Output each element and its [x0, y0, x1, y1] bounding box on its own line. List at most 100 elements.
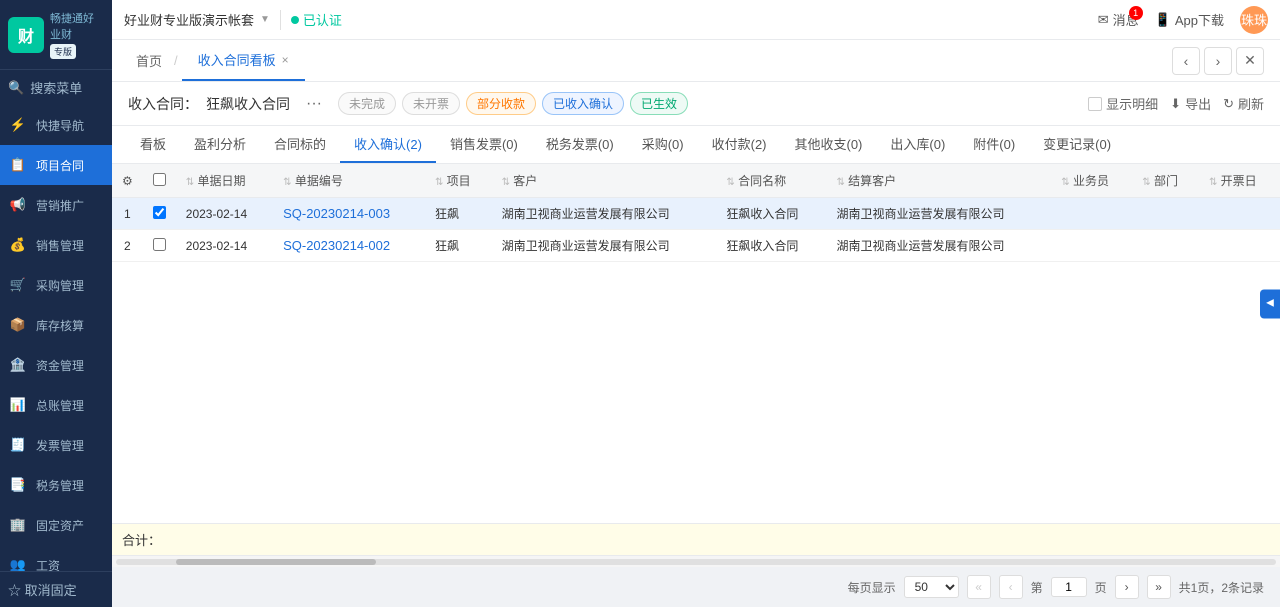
sort-number-icon[interactable]: ⇅ [283, 177, 291, 188]
sidebar-item-project[interactable]: 📋 项目合同 [0, 145, 112, 185]
sub-tab-sales-invoice[interactable]: 销售发票(0) [436, 126, 532, 163]
tab-next-button[interactable]: › [1204, 47, 1232, 75]
sub-tab-standard[interactable]: 合同标的 [260, 126, 340, 163]
sort-customer-icon[interactable]: ⇅ [502, 177, 510, 188]
sidebar-item-purchase[interactable]: 🛒 采购管理 [0, 265, 112, 305]
table-body: 1 2023-02-14 SQ-20230214-003 狂飙 湖南卫视商业运营… [112, 198, 1280, 262]
sub-tab-income-confirm[interactable]: 收入确认(2) [340, 126, 436, 163]
breadcrumb-home[interactable]: 首页 [128, 41, 170, 80]
app-download-label: App下载 [1175, 10, 1224, 29]
verified-dot [291, 16, 299, 24]
search-icon: 🔍 [8, 80, 24, 96]
scrollbar-track[interactable] [116, 559, 1276, 565]
sidebar-item-general[interactable]: 📊 总账管理 [0, 385, 112, 425]
messages-badge: 1 [1129, 6, 1143, 20]
footer-label: 合计： [122, 530, 161, 549]
per-page-select[interactable]: 50 20 100 [904, 576, 959, 598]
row-contract-1: 狂飙收入合同 [716, 198, 826, 230]
prev-page-button[interactable]: ‹ [999, 575, 1023, 599]
app-download-button[interactable]: 📱 App下载 [1155, 10, 1224, 29]
sidebar-item-assets[interactable]: 🏢 固定资产 [0, 505, 112, 545]
user-avatar[interactable]: 珠珠 [1240, 6, 1268, 34]
app-name: 畅捷通好业财 [50, 10, 104, 42]
row-cb-2[interactable] [143, 230, 176, 262]
sub-tab-change-log[interactable]: 变更记录(0) [1029, 126, 1125, 163]
th-settings[interactable]: ⚙ [112, 164, 143, 198]
sidebar-item-invoice[interactable]: 🧾 发票管理 [0, 425, 112, 465]
row-2-checkbox[interactable] [153, 238, 166, 251]
inventory-icon: 📦 [8, 315, 28, 335]
download-icon: 📱 [1155, 12, 1171, 28]
page-number-input[interactable]: 1 [1051, 577, 1087, 597]
contract-title-name: 狂飙收入合同 [206, 94, 290, 114]
table-row[interactable]: 1 2023-02-14 SQ-20230214-003 狂飙 湖南卫视商业运营… [112, 198, 1280, 230]
tab-prev-button[interactable]: ‹ [1172, 47, 1200, 75]
sub-tab-other-income[interactable]: 其他收支(0) [781, 126, 877, 163]
sort-contract-icon[interactable]: ⇅ [726, 177, 734, 188]
main-area: 好业财专业版演示帐套 ▼ 已认证 ✉ 消息 1 📱 App下载 珠珠 [112, 0, 1280, 607]
page-word: 第 [1031, 579, 1043, 596]
last-page-button[interactable]: » [1147, 575, 1171, 599]
sort-dept-icon[interactable]: ⇅ [1142, 177, 1150, 188]
row-customer-2: 湖南卫视商业运营发展有限公司 [492, 230, 717, 262]
sort-date-icon[interactable]: ⇅ [186, 177, 194, 188]
row-number-link-2[interactable]: SQ-20230214-002 [283, 238, 390, 253]
row-number-1[interactable]: SQ-20230214-003 [273, 198, 425, 230]
sidebar-item-inventory[interactable]: 📦 库存核算 [0, 305, 112, 345]
tab-close-button[interactable]: × [282, 53, 289, 67]
search-menu-item[interactable]: 🔍 搜索菜单 [0, 70, 112, 105]
row-cb-1[interactable] [143, 198, 176, 230]
table-row[interactable]: 2 2023-02-14 SQ-20230214-002 狂飙 湖南卫视商业运营… [112, 230, 1280, 262]
content-area: 首页 / 收入合同看板 × ‹ › ✕ 收入合同： 狂飙收入合同 ··· 未完成… [112, 40, 1280, 607]
horizontal-scrollbar[interactable] [112, 555, 1280, 567]
sort-salesperson-icon[interactable]: ⇅ [1061, 177, 1069, 188]
th-customer: ⇅ 客户 [492, 164, 717, 198]
show-detail-checkbox[interactable] [1088, 97, 1102, 111]
export-button[interactable]: ⬇ 导出 [1170, 94, 1211, 113]
sidebar-item-quick-nav[interactable]: ⚡ 快捷导航 [0, 105, 112, 145]
tab-income-contract[interactable]: 收入合同看板 × [182, 40, 305, 81]
contract-more-button[interactable]: ··· [298, 93, 330, 115]
refresh-button[interactable]: ↻ 刷新 [1223, 94, 1264, 113]
sales-icon: 💰 [8, 235, 28, 255]
project-icon: 📋 [8, 155, 28, 175]
right-expand-panel[interactable]: ◀ [1260, 289, 1280, 318]
table-area: ⚙ ⇅ 单据日期 ⇅ 单据编号 ⇅ 项目 ⇅ 客户 ⇅ 合同名称 ⇅ 结算客户 … [112, 164, 1280, 567]
sub-tab-board[interactable]: 看板 [126, 126, 180, 163]
next-page-button[interactable]: › [1115, 575, 1139, 599]
sub-tab-out-in[interactable]: 出入库(0) [876, 126, 959, 163]
sidebar-item-capital[interactable]: 🏦 资金管理 [0, 345, 112, 385]
row-number-2[interactable]: SQ-20230214-002 [273, 230, 425, 262]
sub-tab-attachment[interactable]: 附件(0) [959, 126, 1029, 163]
tab-close-all-button[interactable]: ✕ [1236, 47, 1264, 75]
select-all-checkbox[interactable] [153, 173, 166, 186]
row-number-link-1[interactable]: SQ-20230214-003 [283, 206, 390, 221]
show-detail-toggle[interactable]: 显示明细 [1088, 94, 1158, 113]
assets-icon: 🏢 [8, 515, 28, 535]
company-dropdown-icon: ▼ [260, 14, 270, 25]
sub-tab-profit[interactable]: 盈利分析 [180, 126, 260, 163]
messages-button[interactable]: ✉ 消息 1 [1098, 10, 1139, 29]
sort-project-icon[interactable]: ⇅ [435, 177, 443, 188]
row-project-1: 狂飙 [425, 198, 492, 230]
sub-tab-tax-invoice[interactable]: 税务发票(0) [532, 126, 628, 163]
scrollbar-thumb[interactable] [176, 559, 376, 565]
topbar-divider [280, 10, 281, 30]
sidebar-item-marketing[interactable]: 📢 营销推广 [0, 185, 112, 225]
tab-income-contract-label: 收入合同看板 [198, 50, 276, 69]
first-page-button[interactable]: « [967, 575, 991, 599]
sub-tab-payment[interactable]: 收付款(2) [698, 126, 781, 163]
sort-invoice-date-icon[interactable]: ⇅ [1209, 177, 1217, 188]
sidebar-item-sales[interactable]: 💰 销售管理 [0, 225, 112, 265]
th-checkbox[interactable] [143, 164, 176, 198]
company-selector[interactable]: 好业财专业版演示帐套 ▼ [124, 10, 270, 29]
sort-settled-icon[interactable]: ⇅ [836, 177, 844, 188]
sidebar-item-hr[interactable]: 👥 工资 [0, 545, 112, 571]
row-1-checkbox[interactable] [153, 206, 166, 219]
unpin-button[interactable]: ☆ 取消固定 [0, 571, 112, 607]
sidebar-item-inventory-label: 库存核算 [36, 317, 84, 334]
sidebar-item-tax[interactable]: 📑 税务管理 [0, 465, 112, 505]
row-date-2: 2023-02-14 [176, 230, 273, 262]
contract-title-area: 收入合同： 狂飙收入合同 ··· 未完成 未开票 部分收款 已收入确认 已生效 [128, 92, 1076, 115]
sub-tab-purchase[interactable]: 采购(0) [628, 126, 698, 163]
